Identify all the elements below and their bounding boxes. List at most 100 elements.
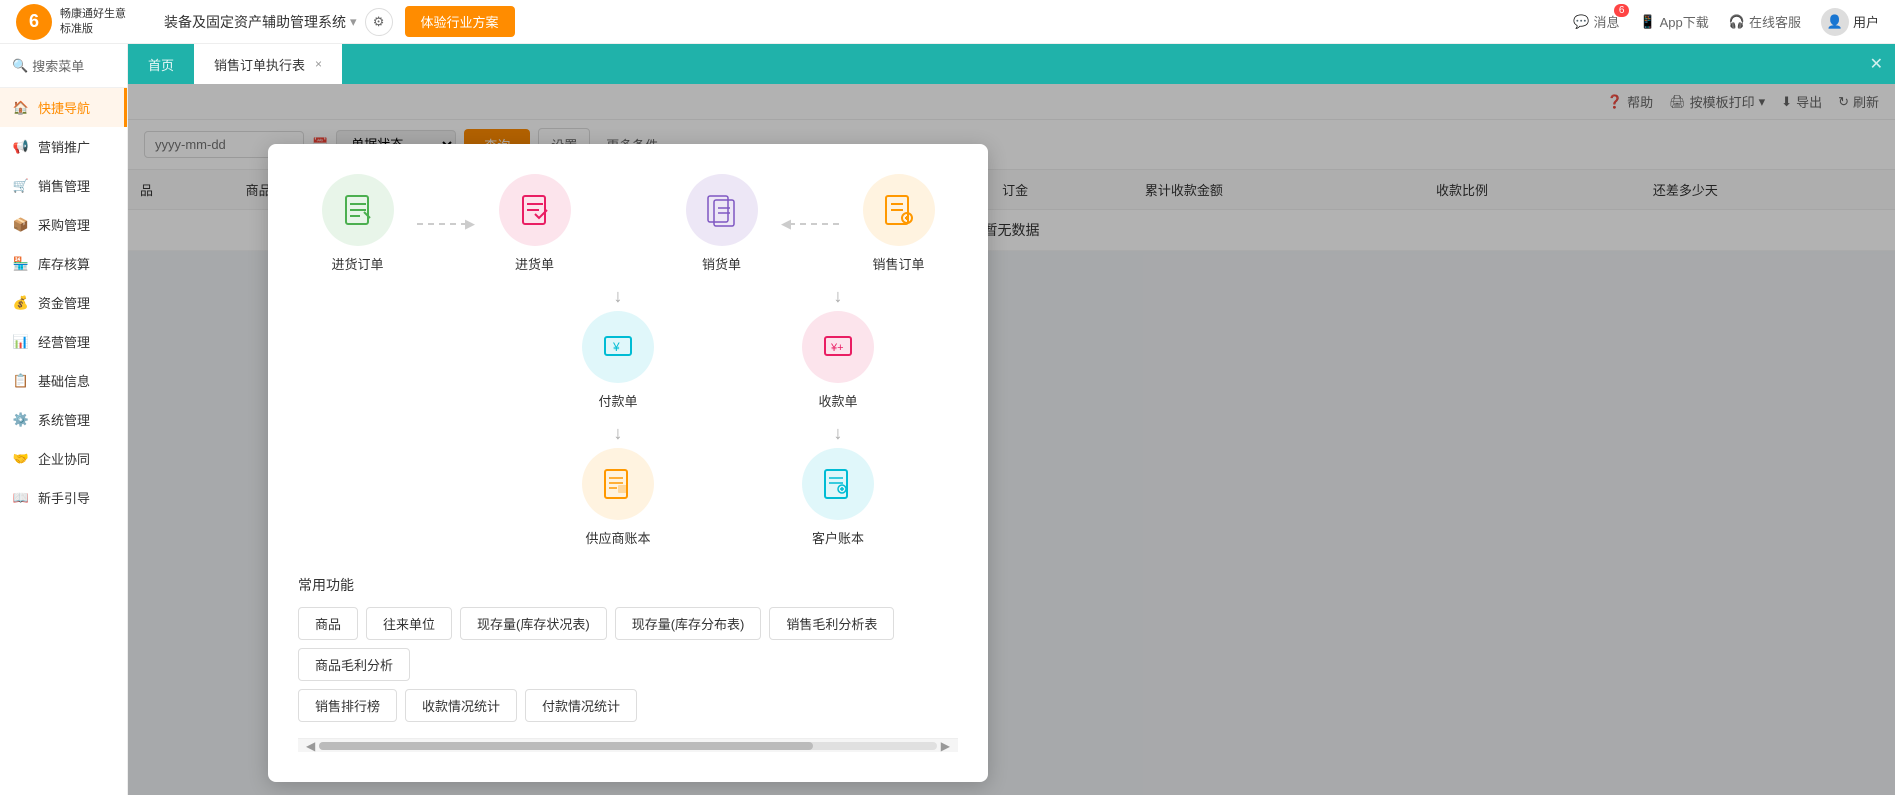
func-btn-stock-status[interactable]: 现存量(库存状况表): [460, 607, 607, 640]
svg-text:¥: ¥: [612, 340, 620, 354]
dashed-line-1: [417, 223, 467, 225]
receipt-bill-circle[interactable]: ¥+: [802, 311, 874, 383]
base-info-icon: 📋: [12, 372, 30, 390]
sidebar-label-purchase: 采购管理: [38, 215, 90, 234]
scroll-thumb: [319, 742, 813, 750]
func-btn-sales-gross[interactable]: 销售毛利分析表: [769, 607, 894, 640]
tab-sales-order[interactable]: 销售订单执行表 ×: [194, 44, 342, 84]
sidebar-item-guide[interactable]: 📖 新手引导: [0, 478, 127, 517]
tab-home[interactable]: 首页: [128, 44, 194, 84]
sidebar-item-operations[interactable]: 📊 经营管理: [0, 322, 127, 361]
modal: 进货订单 ▶: [268, 144, 988, 782]
page-content: ❓ 帮助 🖨 按模板打印 ▾ ⬇ 导出 ↻ 刷新: [128, 84, 1895, 795]
flow-arrows-down-row: ↓ ↓: [298, 281, 958, 311]
flow-node-sales-bill: 销货单: [662, 174, 781, 273]
sidebar-item-inventory[interactable]: 🏪 库存核算: [0, 244, 127, 283]
receipt-bill-label: 收款单: [818, 391, 857, 410]
marketing-icon: 📢: [12, 138, 30, 156]
sidebar-label-base-info: 基础信息: [38, 371, 90, 390]
tab-close-icon[interactable]: ×: [315, 57, 322, 71]
flow-diagram: 进货订单 ▶: [298, 174, 958, 555]
sidebar-item-sales[interactable]: 🛒 销售管理: [0, 166, 127, 205]
sidebar-label-finance: 资金管理: [38, 293, 90, 312]
sales-order-circle[interactable]: [863, 174, 935, 246]
message-badge: 6: [1614, 4, 1630, 17]
purchase-order-icon: [340, 192, 376, 228]
func-btn-stock-dist[interactable]: 现存量(库存分布表): [615, 607, 762, 640]
operations-icon: 📊: [12, 333, 30, 351]
scroll-bar[interactable]: [319, 742, 937, 750]
arrow-down-icon-1: ↓: [614, 281, 623, 311]
purchase-bill-label: 进货单: [515, 254, 554, 273]
sidebar-label-enterprise: 企业协同: [38, 449, 90, 468]
user-action[interactable]: 👤 用户: [1821, 8, 1879, 36]
space-mid: [688, 281, 768, 311]
finance-icon: 💰: [12, 294, 30, 312]
purchase-bill-circle[interactable]: [499, 174, 571, 246]
arrow-down-receipt: ↓: [768, 418, 908, 448]
flow-node-purchase-bill: 进货单: [475, 174, 594, 273]
sidebar-label-system: 系统管理: [38, 410, 90, 429]
func-btn-receipt-stats[interactable]: 收款情况统计: [405, 689, 517, 722]
sidebar-item-base-info[interactable]: 📋 基础信息: [0, 361, 127, 400]
func-btn-partner[interactable]: 往来单位: [366, 607, 452, 640]
common-functions-title: 常用功能: [298, 575, 958, 595]
sales-order-icon: [881, 192, 917, 228]
purchase-order-label: 进货订单: [331, 254, 383, 273]
sidebar-item-finance[interactable]: 💰 资金管理: [0, 283, 127, 322]
supplier-ledger-icon: [600, 466, 636, 502]
experience-button[interactable]: 体验行业方案: [405, 6, 515, 37]
online-service-action[interactable]: 🎧 在线客服: [1729, 12, 1801, 31]
logo-text: 畅康通好生意 标准版: [60, 7, 126, 36]
flow-arrow-right-1: ▶: [417, 216, 475, 232]
app-wrapper: 6 畅康通好生意 标准版 装备及固定资产辅助管理系统 ▾ ⚙ 体验行业方案 💬 …: [0, 0, 1895, 795]
app-download-action[interactable]: 📱 App下载: [1639, 12, 1708, 31]
sidebar-item-enterprise[interactable]: 🤝 企业协同: [0, 439, 127, 478]
sidebar-item-system[interactable]: ⚙️ 系统管理: [0, 400, 127, 439]
func-btn-product[interactable]: 商品: [298, 607, 358, 640]
sidebar: 🔍 搜索菜单 🏠 快捷导航 📢 营销推广 🛒 销售管理 📦 采购管理: [0, 44, 128, 795]
payment-bill-label: 付款单: [598, 391, 637, 410]
scroll-left-btn[interactable]: ◀: [302, 739, 319, 753]
flow-row-3: 供应商账本: [298, 448, 958, 547]
scroll-right-btn[interactable]: ▶: [937, 739, 954, 753]
top-bar: 6 畅康通好生意 标准版 装备及固定资产辅助管理系统 ▾ ⚙ 体验行业方案 💬 …: [0, 0, 1895, 44]
app-download-label: App下载: [1660, 12, 1709, 31]
arrow-down-sales: ↓: [768, 281, 908, 311]
flow-arrow-left-1: ◀: [781, 216, 839, 232]
service-icon: 🎧: [1729, 14, 1745, 30]
func-btn-payment-stats[interactable]: 付款情况统计: [525, 689, 637, 722]
payment-bill-circle[interactable]: ¥: [582, 311, 654, 383]
online-service-label: 在线客服: [1749, 12, 1801, 31]
guide-icon: 📖: [12, 489, 30, 507]
func-btn-sales-rank[interactable]: 销售排行榜: [298, 689, 397, 722]
search-menu[interactable]: 🔍 搜索菜单: [8, 52, 119, 79]
arrow-down-icon-4: ↓: [834, 418, 843, 448]
sidebar-item-quick-nav[interactable]: 🏠 快捷导航: [0, 88, 127, 127]
sidebar-label-guide: 新手引导: [38, 488, 90, 507]
sidebar-label-inventory: 库存核算: [38, 254, 90, 273]
sidebar-item-marketing[interactable]: 📢 营销推广: [0, 127, 127, 166]
customer-ledger-circle[interactable]: [802, 448, 874, 520]
message-action[interactable]: 💬 消息 6: [1573, 12, 1619, 31]
arrow-down-purchase: ↓: [548, 281, 688, 311]
sales-bill-circle[interactable]: [686, 174, 758, 246]
sidebar-label-marketing: 营销推广: [38, 137, 90, 156]
logo-area: 6 畅康通好生意 标准版: [16, 4, 144, 40]
sidebar-label-operations: 经营管理: [38, 332, 90, 351]
settings-icon[interactable]: ⚙: [365, 8, 393, 36]
supplier-ledger-circle[interactable]: [582, 448, 654, 520]
home-icon: 🏠: [12, 99, 30, 117]
space-ar1: [488, 281, 548, 311]
func-btn-product-gross[interactable]: 商品毛利分析: [298, 648, 410, 681]
tab-bar-close[interactable]: ✕: [1870, 54, 1883, 74]
arrow-down-payment: ↓: [548, 418, 688, 448]
purchase-order-circle[interactable]: [322, 174, 394, 246]
sidebar-item-purchase[interactable]: 📦 采购管理: [0, 205, 127, 244]
sales-icon: 🛒: [12, 177, 30, 195]
dropdown-icon[interactable]: ▾: [350, 14, 357, 30]
sidebar-search[interactable]: 🔍 搜索菜单: [0, 44, 127, 88]
flow-node-payment-bill: ¥ 付款单: [548, 311, 688, 410]
flow-row-2: ¥ 付款单: [298, 311, 958, 410]
dashed-line-2: [789, 223, 839, 225]
